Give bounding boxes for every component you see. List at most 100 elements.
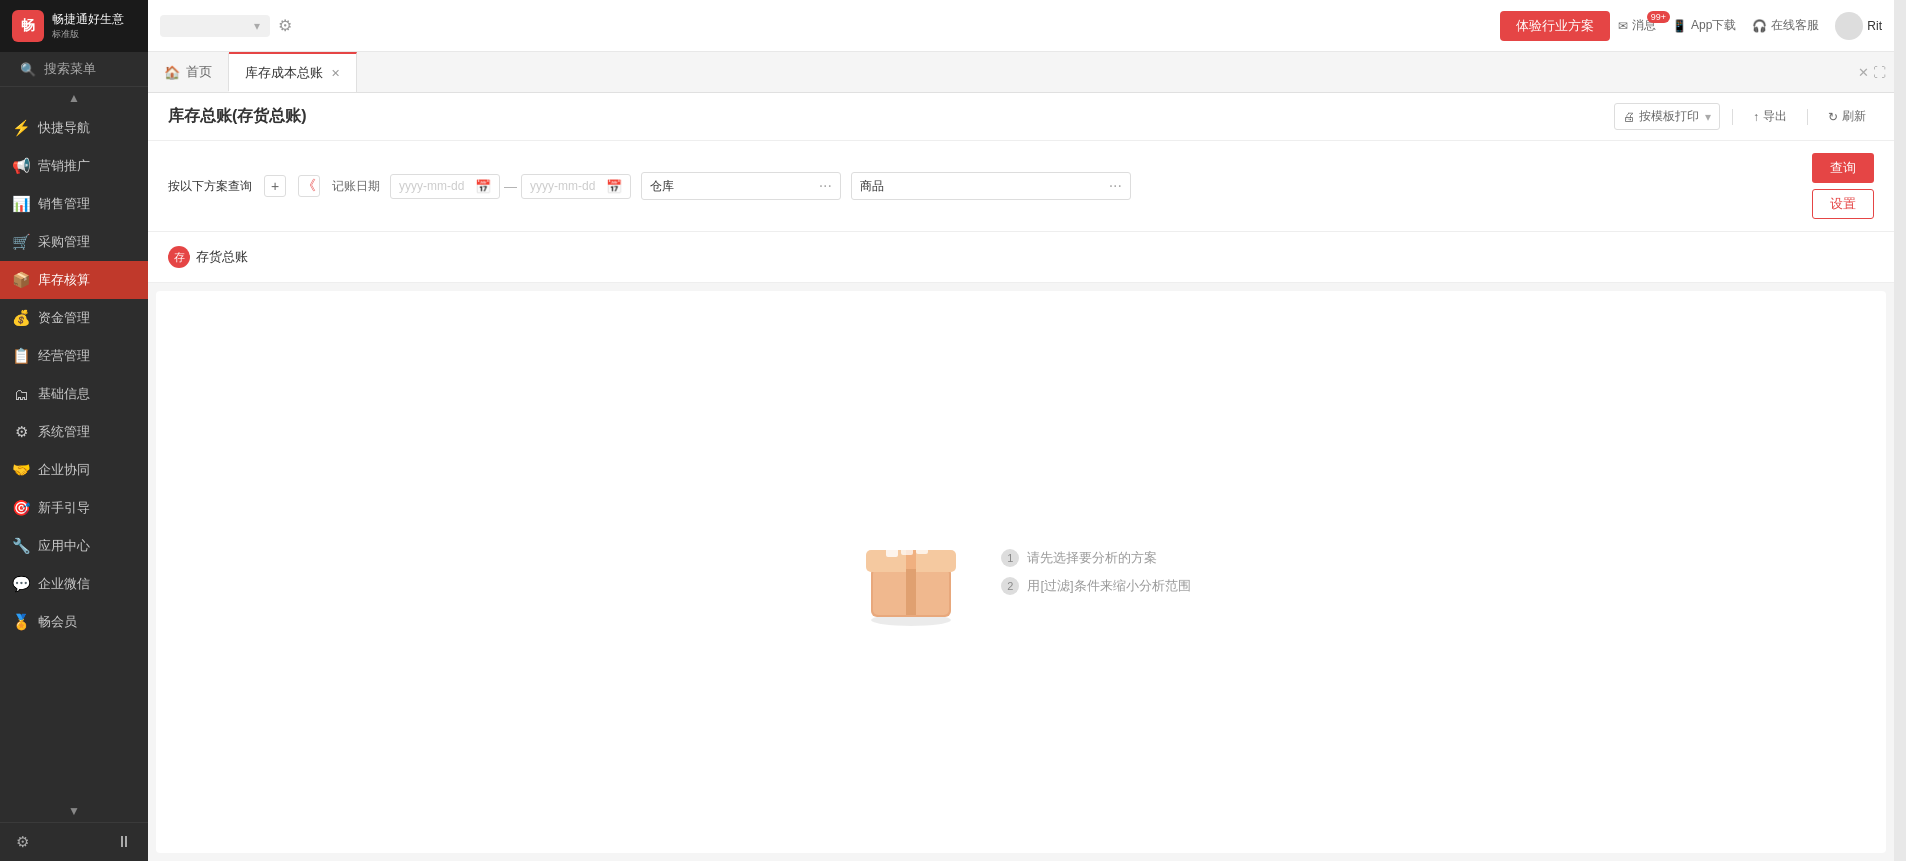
page-header: 库存总账(存货总账) 🖨 按模板打印 ▾ ↑ 导出 ↻ 刷新 xyxy=(148,93,1894,141)
tab-close-all-btn[interactable]: ✕ xyxy=(1858,65,1869,80)
filter-label: 按以下方案查询 xyxy=(168,178,252,195)
warehouse-more-icon: ··· xyxy=(819,177,832,195)
date-start-input[interactable]: yyyy-mm-dd 📅 xyxy=(390,174,500,199)
home-icon: 🏠 xyxy=(164,65,180,80)
chevron-down-icon: ▼ xyxy=(68,804,80,818)
chevron-up-icon: ▲ xyxy=(68,91,80,105)
sidebar-item-quicknav[interactable]: ⚡ 快捷导航 xyxy=(0,109,148,147)
calendar-end-icon: 📅 xyxy=(606,179,622,194)
scheme-row: 存 存货总账 xyxy=(148,232,1894,283)
sidebar-item-operations[interactable]: 📋 经营管理 xyxy=(0,337,148,375)
sidebar-item-finance[interactable]: 💰 资金管理 xyxy=(0,299,148,337)
logo-icon: 畅 xyxy=(12,10,44,42)
hint-num-2: 2 xyxy=(1001,577,1019,595)
scroll-up-btn[interactable]: ▲ xyxy=(0,87,148,109)
paper2 xyxy=(901,537,913,555)
page-header-actions: 🖨 按模板打印 ▾ ↑ 导出 ↻ 刷新 xyxy=(1614,103,1874,130)
scroll-down-btn[interactable]: ▼ xyxy=(0,800,148,822)
user-name: Rit xyxy=(1867,19,1882,33)
online-support-btn[interactable]: 🎧 在线客服 xyxy=(1752,17,1819,34)
tab-inventory-cost[interactable]: 库存成本总账 ✕ xyxy=(229,52,357,92)
sidebar-item-system[interactable]: ⚙ 系统管理 xyxy=(0,413,148,451)
date-end-input[interactable]: yyyy-mm-dd 📅 xyxy=(521,174,631,199)
settings-icon[interactable]: ⚙ xyxy=(16,833,29,851)
tab-close-icon[interactable]: ✕ xyxy=(331,67,340,80)
warehouse-input[interactable]: 仓库 ··· xyxy=(641,172,841,200)
sidebar-item-inventory[interactable]: 📦 库存核算 xyxy=(0,261,148,299)
breadcrumb: ▾ ⚙ xyxy=(160,15,1492,37)
print-icon: 🖨 xyxy=(1623,110,1635,124)
filter-add-btn[interactable]: + xyxy=(264,175,286,197)
breadcrumb-input[interactable]: ▾ xyxy=(160,15,270,37)
app-logo: 畅 畅捷通好生意 标准版 xyxy=(0,0,148,52)
tabbar: 🏠 首页 库存成本总账 ✕ ✕ ⛶ xyxy=(148,52,1894,93)
refresh-icon: ↻ xyxy=(1828,110,1838,124)
enterprise-icon: 🤝 xyxy=(12,461,30,479)
page-title: 库存总账(存货总账) xyxy=(168,106,307,127)
filter-collapse-btn[interactable]: 《 xyxy=(298,175,320,197)
settings-btn-topbar[interactable]: ⚙ xyxy=(278,16,292,35)
scheme-icon: 存 xyxy=(168,246,190,268)
export-btn[interactable]: ↑ 导出 xyxy=(1745,104,1795,129)
empty-svg xyxy=(851,512,971,632)
scheme-label: 存货总账 xyxy=(196,248,248,266)
corpwechat-icon: 💬 xyxy=(12,575,30,593)
sidebar-menu: ⚡ 快捷导航 📢 营销推广 📊 销售管理 🛒 采购管理 📦 库存核算 💰 资金管… xyxy=(0,109,148,800)
divider2 xyxy=(1807,109,1808,125)
sidebar-search[interactable]: 🔍 搜索菜单 xyxy=(0,52,148,87)
sales-icon: 📊 xyxy=(12,195,30,213)
empty-hint-1: 1 请先选择要分析的方案 xyxy=(1001,549,1190,567)
filter-settings-btn[interactable]: 设置 xyxy=(1812,189,1874,219)
newguide-icon: 🎯 xyxy=(12,499,30,517)
date-input-group: yyyy-mm-dd 📅 — yyyy-mm-dd 📅 xyxy=(390,174,631,199)
logo-text: 畅捷通好生意 标准版 xyxy=(52,11,124,41)
message-count: 99+ xyxy=(1647,11,1670,23)
main-area: ▾ ⚙ 体验行业方案 ✉ 消息 99+ 📱 App下载 🎧 在线客服 Rit xyxy=(148,0,1894,861)
paper1 xyxy=(886,542,898,557)
sidebar-item-membership[interactable]: 🏅 畅会员 xyxy=(0,603,148,641)
product-input[interactable]: 商品 ··· xyxy=(851,172,1131,200)
print-dropdown-icon: ▾ xyxy=(1705,110,1711,124)
sidebar-item-purchase[interactable]: 🛒 采购管理 xyxy=(0,223,148,261)
refresh-btn[interactable]: ↻ 刷新 xyxy=(1820,104,1874,129)
finance-icon: 💰 xyxy=(12,309,30,327)
appcenter-icon: 🔧 xyxy=(12,537,30,555)
marketing-icon: 📢 xyxy=(12,157,30,175)
sidebar-item-sales[interactable]: 📊 销售管理 xyxy=(0,185,148,223)
paper3 xyxy=(916,540,928,554)
filter-actions: 查询 设置 xyxy=(1812,153,1874,219)
message-badge[interactable]: ✉ 消息 99+ xyxy=(1618,17,1656,34)
user-info[interactable]: Rit xyxy=(1835,12,1882,40)
sidebar-item-appcenter[interactable]: 🔧 应用中心 xyxy=(0,527,148,565)
empty-hint-2: 2 用[过滤]条件来缩小分析范围 xyxy=(1001,577,1190,595)
tab-home[interactable]: 🏠 首页 xyxy=(148,53,229,91)
user-avatar xyxy=(1835,12,1863,40)
topbar-right: ✉ 消息 99+ 📱 App下载 🎧 在线客服 Rit xyxy=(1618,12,1882,40)
breadcrumb-dropdown-icon: ▾ xyxy=(254,19,260,33)
sidebar-bottom: ⚙ ⏸ xyxy=(0,822,148,861)
tab-expand-icon[interactable]: ⛶ xyxy=(1873,65,1886,80)
export-icon: ↑ xyxy=(1753,110,1759,124)
sidebar-item-corpwechat[interactable]: 💬 企业微信 xyxy=(0,565,148,603)
sidebar-item-basic[interactable]: 🗂 基础信息 xyxy=(0,375,148,413)
collapse-icon[interactable]: ⏸ xyxy=(116,833,132,851)
headset-icon: 🎧 xyxy=(1752,19,1767,33)
page-area: 库存总账(存货总账) 🖨 按模板打印 ▾ ↑ 导出 ↻ 刷新 xyxy=(148,93,1894,861)
sidebar-item-newguide[interactable]: 🎯 新手引导 xyxy=(0,489,148,527)
scheme-item[interactable]: 存 存货总账 xyxy=(168,240,248,274)
operations-icon: 📋 xyxy=(12,347,30,365)
sidebar-item-marketing[interactable]: 📢 营销推广 xyxy=(0,147,148,185)
sidebar-item-enterprise[interactable]: 🤝 企业协同 xyxy=(0,451,148,489)
hint-num-1: 1 xyxy=(1001,549,1019,567)
inventory-icon: 📦 xyxy=(12,271,30,289)
filter-bar: 按以下方案查询 + 《 记账日期 yyyy-mm-dd 📅 — yyyy-mm-… xyxy=(148,141,1894,232)
trial-btn[interactable]: 体验行业方案 xyxy=(1500,11,1610,41)
search-icon: 🔍 xyxy=(20,62,36,77)
print-btn[interactable]: 🖨 按模板打印 ▾ xyxy=(1614,103,1720,130)
right-panel xyxy=(1894,0,1906,861)
app-download-btn[interactable]: 📱 App下载 xyxy=(1672,17,1736,34)
query-btn[interactable]: 查询 xyxy=(1812,153,1874,183)
sidebar: 畅 畅捷通好生意 标准版 🔍 搜索菜单 ▲ ⚡ 快捷导航 📢 营销推广 📊 销售… xyxy=(0,0,148,861)
system-icon: ⚙ xyxy=(12,423,30,441)
divider xyxy=(1732,109,1733,125)
